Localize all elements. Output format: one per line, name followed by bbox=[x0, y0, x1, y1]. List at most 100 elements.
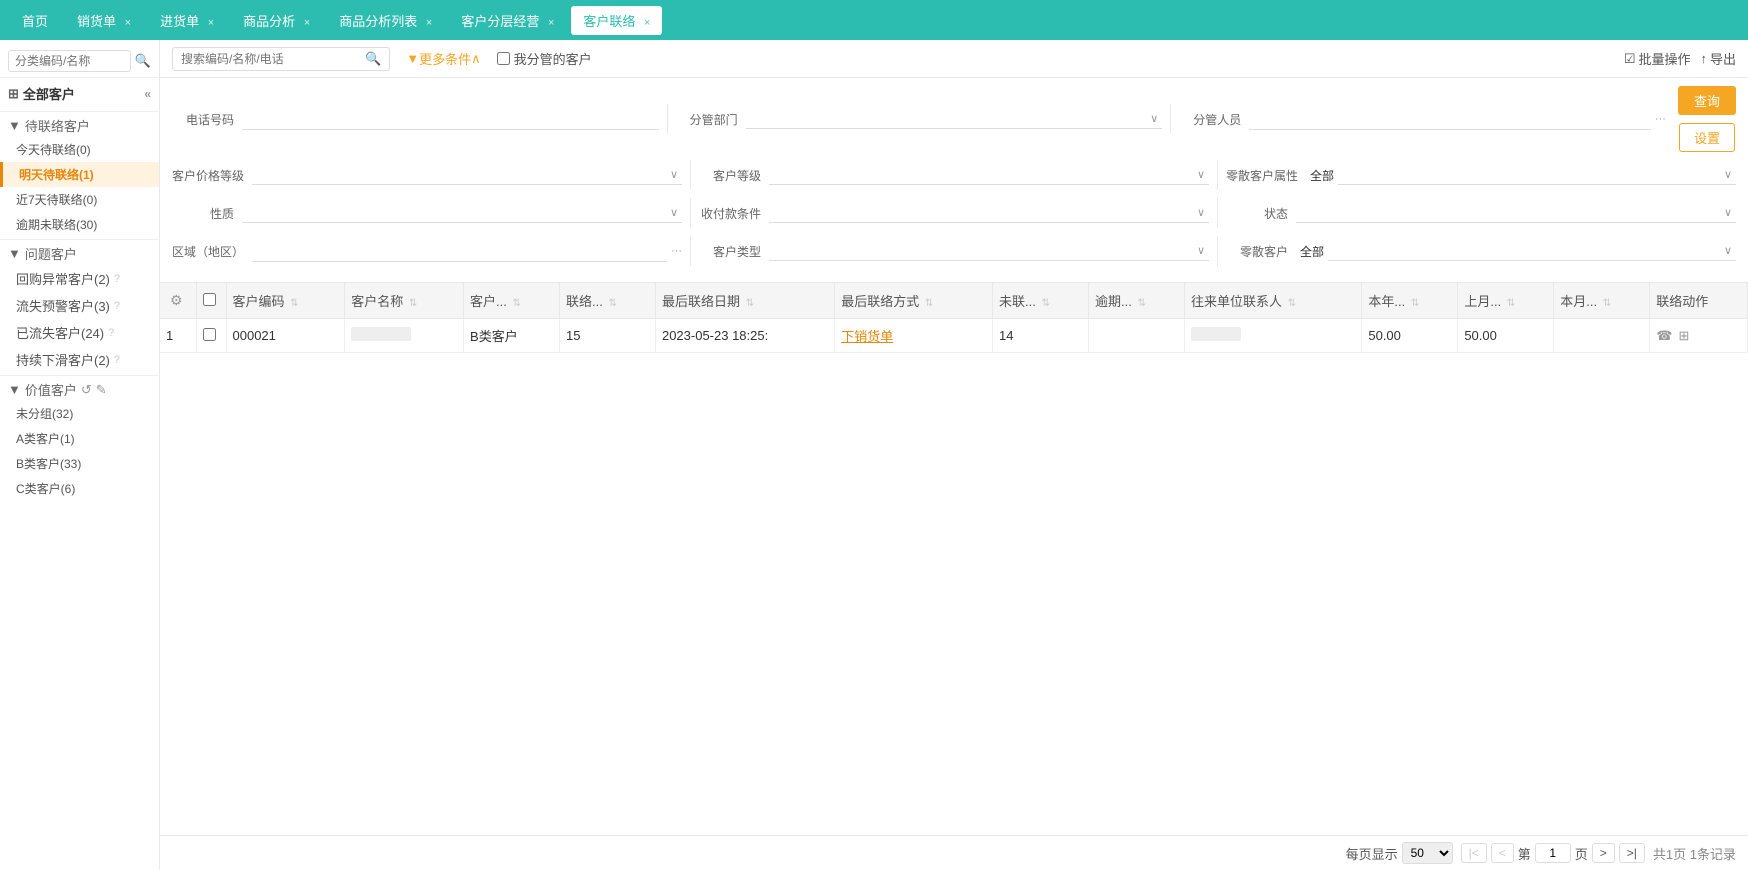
sidebar-item-7days[interactable]: 近7天待联络(0) bbox=[0, 187, 159, 212]
search-icon[interactable]: 🔍 bbox=[365, 51, 381, 67]
filter-retail-attr: 零散客户属性 全部 ∨ bbox=[1226, 165, 1736, 185]
sidebar-item-c-class[interactable]: C类客户(6) bbox=[0, 476, 159, 501]
last-page-btn[interactable]: >| bbox=[1619, 843, 1645, 863]
more-filter-btn[interactable]: ▼ 更多条件 ∧ bbox=[398, 46, 488, 71]
customer-table: ⚙ 客户编码 ⇅ 客户名称 ⇅ bbox=[160, 283, 1748, 353]
set-btn[interactable]: 设置 bbox=[1679, 123, 1735, 152]
price-grade-select[interactable]: ∨ bbox=[252, 165, 682, 185]
nav-product-list-close[interactable]: × bbox=[426, 17, 432, 29]
sort-icon-no-contact[interactable]: ⇅ bbox=[1042, 298, 1050, 309]
nav-customer-tier-close[interactable]: × bbox=[548, 17, 554, 29]
search-input[interactable] bbox=[181, 52, 361, 66]
col-last-method: 最后联络方式 ⇅ bbox=[835, 283, 993, 319]
query-btn[interactable]: 查询 bbox=[1678, 86, 1736, 115]
help-icon-4: ? bbox=[114, 354, 120, 366]
my-customer-checkbox[interactable] bbox=[497, 52, 510, 65]
sidebar-item-a-class[interactable]: A类客户(1) bbox=[0, 426, 159, 451]
nav-purchase[interactable]: 进货单 × bbox=[148, 6, 226, 35]
last-method-link[interactable]: 下销货单 bbox=[841, 329, 893, 344]
sidebar-item-b-class[interactable]: B类客户(33) bbox=[0, 451, 159, 476]
next-page-btn[interactable]: > bbox=[1592, 843, 1615, 863]
page-size-select[interactable]: 50 100 200 bbox=[1402, 842, 1453, 864]
table-header-row: ⚙ 客户编码 ⇅ 客户名称 ⇅ bbox=[160, 283, 1748, 319]
sidebar-item-churn-warning[interactable]: 流失预警客户(3) ? bbox=[0, 292, 159, 319]
status-select[interactable]: ∨ bbox=[1296, 203, 1736, 223]
nav-purchase-close[interactable]: × bbox=[208, 17, 214, 29]
nav-product-analysis-list[interactable]: 商品分析列表 × bbox=[327, 6, 444, 35]
row-checkbox[interactable] bbox=[203, 328, 216, 341]
customer-grade-select[interactable]: ∨ bbox=[769, 165, 1209, 185]
sidebar-search-area: 🔍 bbox=[0, 45, 159, 78]
sidebar-search-input[interactable] bbox=[8, 50, 131, 72]
sidebar-item-churned[interactable]: 已流失客户(24) ? bbox=[0, 319, 159, 346]
nav-product-analysis[interactable]: 商品分析 × bbox=[231, 6, 322, 35]
my-customer-checkbox-area[interactable]: 我分管的客户 bbox=[497, 49, 592, 68]
row-name bbox=[345, 319, 464, 353]
nav-customer-contact-close[interactable]: × bbox=[644, 17, 650, 29]
nature-select[interactable]: ∨ bbox=[242, 203, 682, 223]
row-this-year: 50.00 bbox=[1362, 319, 1458, 353]
sidebar-item-tomorrow[interactable]: 明天待联络(1) bbox=[0, 162, 159, 187]
person-input[interactable] bbox=[1249, 109, 1651, 130]
sidebar-search-icon[interactable]: 🔍 bbox=[135, 53, 151, 69]
payment-select[interactable]: ∨ bbox=[769, 203, 1209, 223]
row-no-contact: 14 bbox=[993, 319, 1089, 353]
sort-icon-last-month[interactable]: ⇅ bbox=[1507, 298, 1515, 309]
filter-dept: 分管部门 ∨ bbox=[676, 109, 1163, 129]
help-icon-1: ? bbox=[114, 273, 120, 285]
sidebar: 🔍 ⊞ 全部客户 « ▼ 待联络客户 今天待联络(0) 明天待联络(1) 近7天… bbox=[0, 40, 160, 870]
sort-icon-unit[interactable]: ⇅ bbox=[1288, 298, 1296, 309]
sort-icon-last-date[interactable]: ⇅ bbox=[746, 298, 754, 309]
dept-select[interactable]: ∨ bbox=[746, 109, 1163, 129]
sidebar-item-repurchase-anomaly[interactable]: 回购异常客户(2) ? bbox=[0, 265, 159, 292]
nav-sales-close[interactable]: × bbox=[125, 17, 131, 29]
nav-sales[interactable]: 销货单 × bbox=[65, 6, 143, 35]
nav-product-analysis-close[interactable]: × bbox=[304, 17, 310, 29]
sort-icon-type[interactable]: ⇅ bbox=[513, 298, 521, 309]
page-size-area: 每页显示 50 100 200 bbox=[1346, 842, 1453, 864]
chevron-up-icon: ∧ bbox=[471, 51, 481, 67]
region-more-icon[interactable]: ··· bbox=[671, 245, 682, 257]
sort-icon-year[interactable]: ⇅ bbox=[1411, 298, 1419, 309]
payment-chevron: ∨ bbox=[1197, 206, 1205, 219]
sidebar-all-customers[interactable]: ⊞ 全部客户 « bbox=[0, 78, 159, 109]
sort-icon-contact[interactable]: ⇅ bbox=[608, 298, 616, 309]
customer-type-select[interactable]: ∨ bbox=[769, 241, 1209, 261]
help-icon-2: ? bbox=[114, 300, 120, 312]
edit-icon[interactable]: ✎ bbox=[96, 382, 107, 398]
retail-customer-select[interactable]: ∨ bbox=[1328, 241, 1736, 261]
more-icon[interactable]: ··· bbox=[1655, 113, 1666, 125]
sidebar-collapse-icon[interactable]: « bbox=[144, 87, 151, 101]
export-btn[interactable]: ↑ 导出 bbox=[1700, 49, 1736, 68]
prev-page-btn[interactable]: < bbox=[1491, 843, 1514, 863]
export-icon: ↑ bbox=[1700, 51, 1707, 66]
action-grid-icon[interactable]: ⊞ bbox=[1678, 328, 1689, 344]
retail-customer-chevron: ∨ bbox=[1724, 244, 1732, 257]
batch-operation-btn[interactable]: ☑ 批量操作 bbox=[1624, 49, 1691, 68]
sort-icon-last-method[interactable]: ⇅ bbox=[925, 298, 933, 309]
sidebar-item-declining[interactable]: 持续下滑客户(2) ? bbox=[0, 346, 159, 373]
phone-input[interactable] bbox=[242, 109, 659, 130]
filter-row-3: 性质 ∨ 收付款条件 ∨ 状态 bbox=[172, 198, 1736, 228]
filter-customer-grade: 客户等级 ∨ bbox=[699, 165, 1209, 185]
refresh-icon[interactable]: ↺ bbox=[81, 382, 92, 398]
nav-home[interactable]: 首页 bbox=[10, 6, 60, 35]
filter-row-1: 电话号码 分管部门 ∨ 分管人员 ··· bbox=[172, 86, 1736, 152]
nav-customer-contact[interactable]: 客户联络 × bbox=[571, 6, 662, 35]
first-page-btn[interactable]: |< bbox=[1461, 843, 1487, 863]
nav-customer-tier[interactable]: 客户分层经营 × bbox=[449, 6, 566, 35]
sort-icon-code[interactable]: ⇅ bbox=[290, 298, 298, 309]
region-input[interactable] bbox=[252, 241, 667, 262]
retail-attr-select[interactable]: ∨ bbox=[1338, 165, 1736, 185]
sort-icon-this-month[interactable]: ⇅ bbox=[1603, 298, 1611, 309]
page-number-input[interactable] bbox=[1535, 843, 1571, 863]
action-phone-icon[interactable]: ☎ bbox=[1656, 328, 1672, 344]
sort-icon-name[interactable]: ⇅ bbox=[409, 298, 417, 309]
sidebar-item-ungrouped[interactable]: 未分组(32) bbox=[0, 401, 159, 426]
sidebar-item-today[interactable]: 今天待联络(0) bbox=[0, 137, 159, 162]
grid-icon: ⊞ bbox=[8, 86, 19, 102]
sidebar-item-overdue[interactable]: 逾期未联络(30) bbox=[0, 212, 159, 237]
select-all-checkbox[interactable] bbox=[203, 293, 216, 306]
sort-icon-overdue[interactable]: ⇅ bbox=[1137, 298, 1145, 309]
column-settings-icon[interactable]: ⚙ bbox=[166, 290, 187, 310]
